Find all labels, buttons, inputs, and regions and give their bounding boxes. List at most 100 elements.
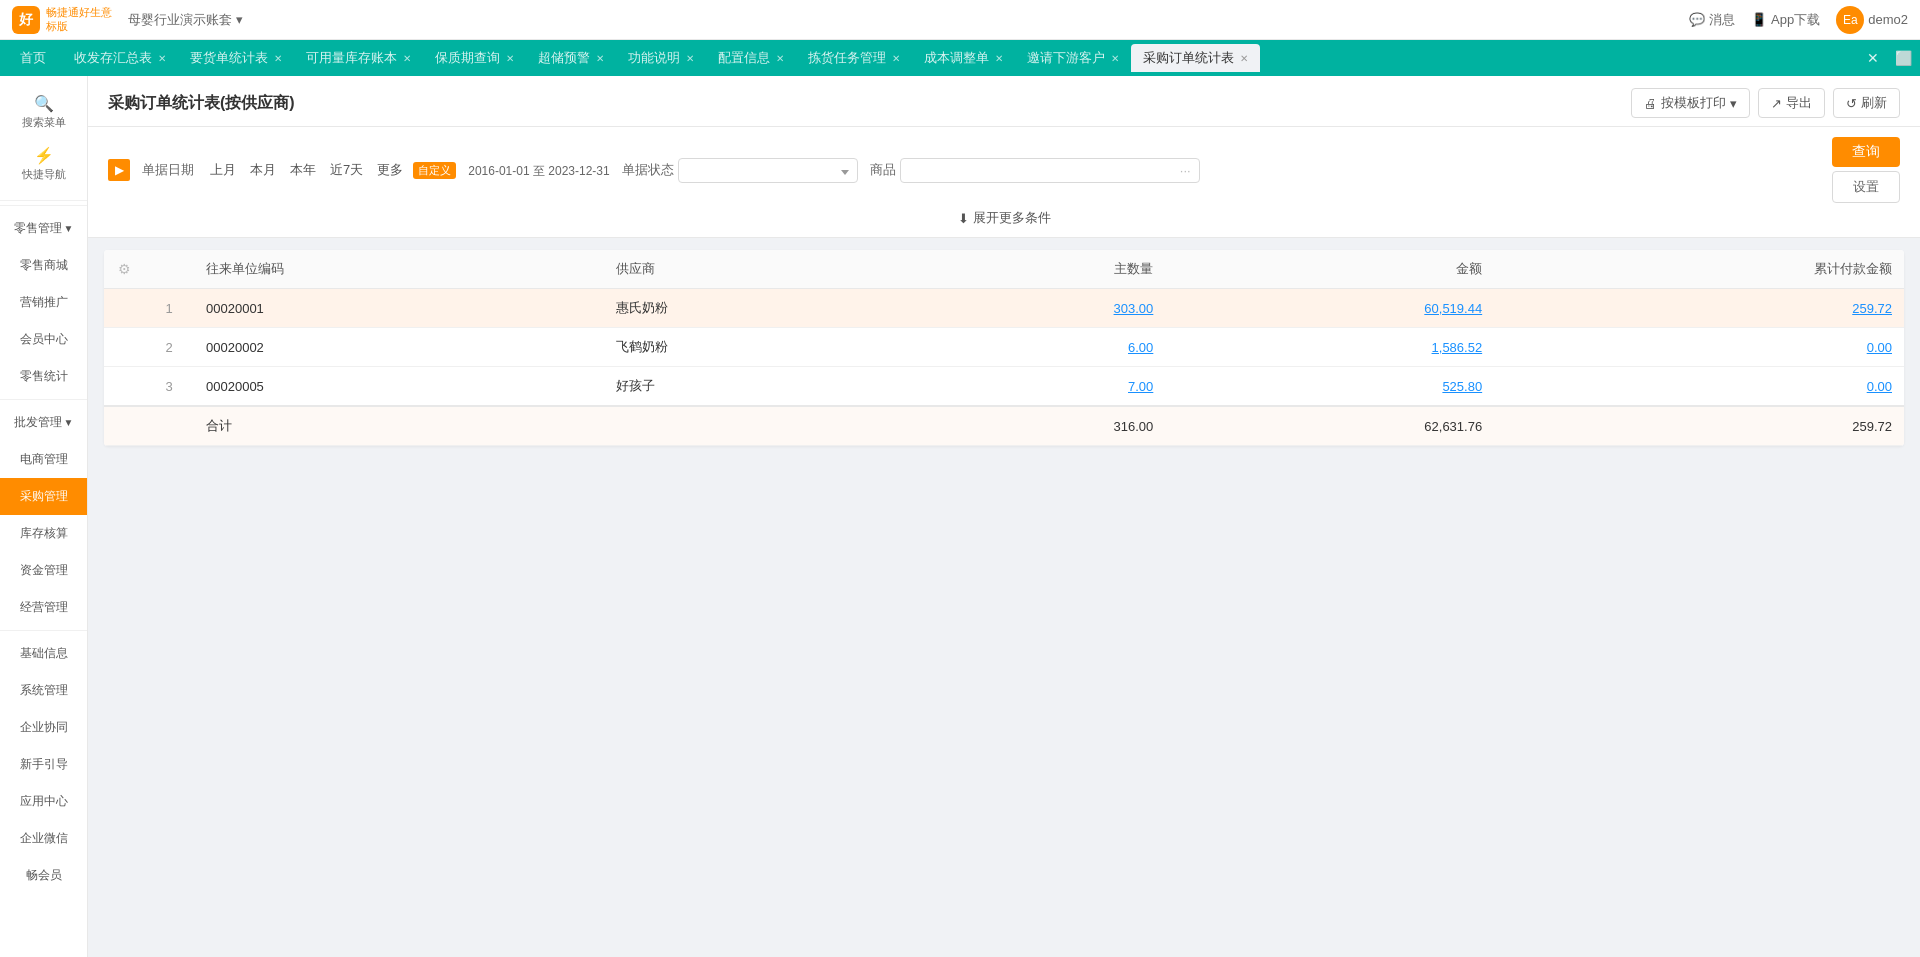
row-quantity[interactable]: 6.00 [909, 328, 1165, 367]
sidebar-item-newguide[interactable]: 新手引导 [0, 746, 87, 783]
row-amount[interactable]: 1,586.52 [1165, 328, 1494, 367]
row-paid[interactable]: 259.72 [1494, 289, 1904, 328]
sidebar-item-retail-shop[interactable]: 零售商城 [0, 247, 87, 284]
tab-baozhi[interactable]: 保质期查询 ✕ [423, 44, 526, 72]
action-buttons: 查询 设置 [1832, 137, 1900, 203]
sidebar-item-purchase[interactable]: 采购管理 [0, 478, 87, 515]
print-icon: 🖨 [1644, 96, 1657, 111]
template-print-button[interactable]: 🖨 按模板打印 ▾ [1631, 88, 1750, 118]
sidebar-divider [0, 205, 87, 206]
sidebar-item-appcenter[interactable]: 应用中心 [0, 783, 87, 820]
tab-yaoqing[interactable]: 邀请下游客户 ✕ [1015, 44, 1131, 72]
tab-shoufa[interactable]: 收发存汇总表 ✕ [62, 44, 178, 72]
refresh-button[interactable]: ↺ 刷新 [1833, 88, 1900, 118]
sidebar-item-basic[interactable]: 基础信息 [0, 635, 87, 672]
content-area: 采购订单统计表(按供应商) 🖨 按模板打印 ▾ ↗ 导出 ↺ 刷新 [88, 76, 1920, 957]
tab-peizhi[interactable]: 配置信息 ✕ [706, 44, 796, 72]
close-icon[interactable]: ✕ [596, 53, 604, 64]
footer-paid: 259.72 [1494, 406, 1904, 446]
sidebar-item-wechat[interactable]: 企业微信 [0, 820, 87, 857]
date-shortcut-this-month[interactable]: 本月 [246, 159, 280, 181]
sidebar-item-operation[interactable]: 经营管理 [0, 589, 87, 626]
sidebar-item-enterprise[interactable]: 企业协同 [0, 709, 87, 746]
footer-quantity: 316.00 [909, 406, 1165, 446]
close-icon[interactable]: ✕ [158, 53, 166, 64]
arrow-icon: ▼ [64, 417, 74, 428]
sidebar-divider-2 [0, 399, 87, 400]
row-quantity[interactable]: 7.00 [909, 367, 1165, 407]
sidebar-item-inventory[interactable]: 库存核算 [0, 515, 87, 552]
close-icon[interactable]: ✕ [1240, 53, 1248, 64]
row-quantity[interactable]: 303.00 [909, 289, 1165, 328]
custom-date-badge[interactable]: 自定义 [413, 162, 456, 179]
query-button[interactable]: 查询 [1832, 137, 1900, 167]
close-icon[interactable]: ✕ [995, 53, 1003, 64]
sidebar-item-wholesale[interactable]: 批发管理 ▼ [0, 404, 87, 441]
tab-yaohuo[interactable]: 要货单统计表 ✕ [178, 44, 294, 72]
main-layout: 🔍 搜索菜单 ⚡ 快捷导航 零售管理 ▼ 零售商城 营销推广 会员中心 零售统计… [0, 76, 1920, 957]
sidebar-item-retail-stats[interactable]: 零售统计 [0, 358, 87, 395]
nav-expand-button[interactable]: ⬜ [1891, 48, 1916, 68]
page-title: 采购订单统计表(按供应商) [108, 93, 295, 114]
footer-amount: 62,631.76 [1165, 406, 1494, 446]
close-icon[interactable]: ✕ [403, 53, 411, 64]
user-avatar[interactable]: Ea demo2 [1836, 6, 1908, 34]
close-icon[interactable]: ✕ [1111, 53, 1119, 64]
sidebar-item-vip[interactable]: 畅会员 [0, 857, 87, 894]
status-select[interactable] [678, 158, 858, 183]
avatar: Ea [1836, 6, 1864, 34]
row-paid[interactable]: 0.00 [1494, 328, 1904, 367]
status-label: 单据状态 [622, 161, 674, 179]
sidebar-item-quick[interactable]: ⚡ 快捷导航 [8, 138, 79, 190]
row-amount[interactable]: 60,519.44 [1165, 289, 1494, 328]
page-header-actions: 🖨 按模板打印 ▾ ↗ 导出 ↺ 刷新 [1631, 88, 1900, 118]
date-shortcut-more[interactable]: 更多 [373, 159, 407, 181]
date-shortcut-this-year[interactable]: 本年 [286, 159, 320, 181]
sidebar-item-marketing[interactable]: 营销推广 [0, 284, 87, 321]
row-code: 00020002 [194, 328, 604, 367]
close-icon[interactable]: ✕ [686, 53, 694, 64]
workspace-selector[interactable]: 母婴行业演示账套 ▾ [120, 7, 251, 33]
tab-chaochun[interactable]: 超储预警 ✕ [526, 44, 616, 72]
settings-button[interactable]: 设置 [1832, 171, 1900, 203]
status-filter: 单据状态 [622, 158, 858, 183]
chevron-down-icon [837, 163, 849, 178]
sidebar-item-search[interactable]: 🔍 搜索菜单 [8, 86, 79, 138]
export-button[interactable]: ↗ 导出 [1758, 88, 1825, 118]
close-icon[interactable]: ✕ [892, 53, 900, 64]
date-shortcuts: 上月 本月 本年 近7天 更多 自定义 [206, 159, 456, 181]
row-index: 3 [144, 367, 194, 407]
col-index [144, 250, 194, 289]
row-paid[interactable]: 0.00 [1494, 367, 1904, 407]
filter-collapse-button[interactable]: ▶ [108, 159, 130, 181]
sidebar-item-system[interactable]: 系统管理 [0, 672, 87, 709]
close-icon[interactable]: ✕ [274, 53, 282, 64]
goods-label: 商品 [870, 161, 896, 179]
tab-gongneng[interactable]: 功能说明 ✕ [616, 44, 706, 72]
nav-close-button[interactable]: ✕ [1863, 48, 1883, 68]
sidebar-item-member[interactable]: 会员中心 [0, 321, 87, 358]
tab-kuyun[interactable]: 可用量库存账本 ✕ [294, 44, 423, 72]
date-shortcut-7days[interactable]: 近7天 [326, 159, 367, 181]
sidebar-item-ecommerce[interactable]: 电商管理 [0, 441, 87, 478]
row-settings [104, 367, 144, 407]
tab-chengben[interactable]: 成本调整单 ✕ [912, 44, 1015, 72]
tab-home[interactable]: 首页 [4, 44, 62, 72]
tab-caigou[interactable]: 采购订单统计表 ✕ [1131, 44, 1260, 72]
page-header: 采购订单统计表(按供应商) 🖨 按模板打印 ▾ ↗ 导出 ↺ 刷新 [88, 76, 1920, 127]
row-amount[interactable]: 525.80 [1165, 367, 1494, 407]
app-download-button[interactable]: 📱 App下载 [1751, 11, 1820, 29]
close-icon[interactable]: ✕ [506, 53, 514, 64]
date-shortcut-last-month[interactable]: 上月 [206, 159, 240, 181]
goods-input[interactable]: ··· [900, 158, 1200, 183]
close-icon[interactable]: ✕ [776, 53, 784, 64]
col-code: 往来单位编码 [194, 250, 604, 289]
sidebar-item-zero-retail[interactable]: 零售管理 ▼ [0, 210, 87, 247]
sidebar-item-finance[interactable]: 资金管理 [0, 552, 87, 589]
chevron-down-icon: ▾ [1730, 96, 1737, 111]
tab-pihuo[interactable]: 拣货任务管理 ✕ [796, 44, 912, 72]
filter-expand-button[interactable]: ⬇ 展开更多条件 [108, 203, 1900, 227]
settings-col-icon[interactable]: ⚙ [118, 261, 131, 277]
date-range-text: 2016-01-01 至 2023-12-31 [468, 163, 609, 180]
message-button[interactable]: 💬 消息 [1689, 11, 1735, 29]
